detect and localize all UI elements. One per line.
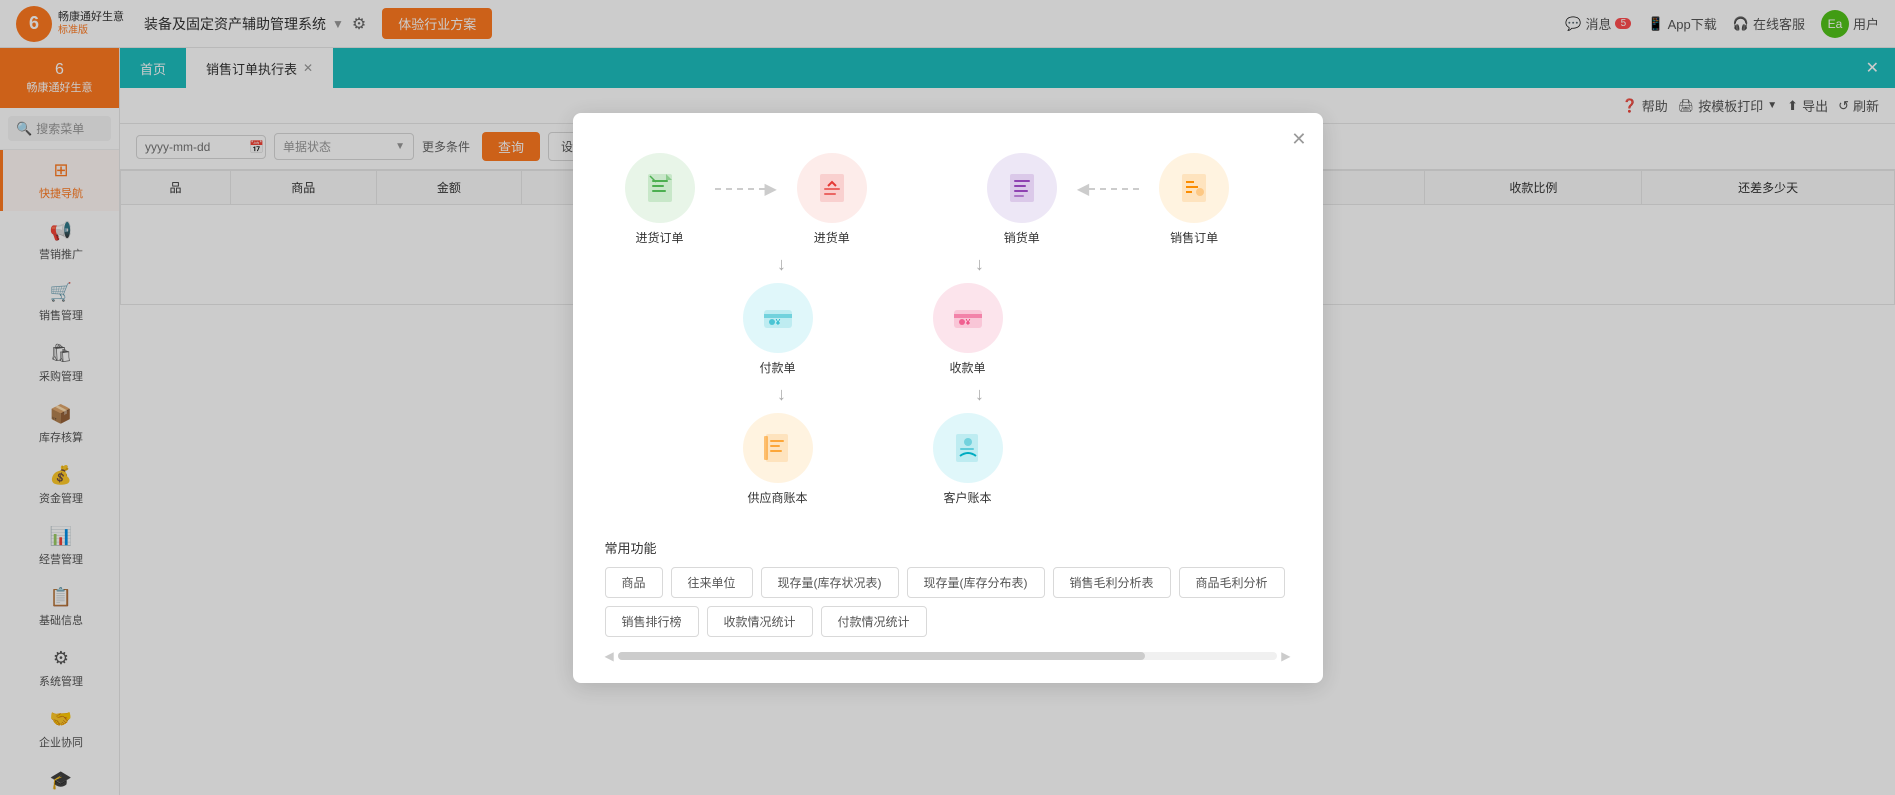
- sales-order-circle-icon: [1159, 153, 1229, 223]
- flow-row-2: ¥ 付款单 ¥ 收款单: [605, 275, 1291, 384]
- modal-scrollbar[interactable]: ◀ ▶: [605, 645, 1291, 667]
- flow-row-1: 进货订单 ▶ 进货单: [605, 145, 1291, 254]
- modal-close-button[interactable]: ✕: [1291, 129, 1306, 150]
- svg-text:¥: ¥: [774, 318, 780, 327]
- flow-node-purchase-order[interactable]: 进货订单: [625, 153, 695, 246]
- flow-arrows-down-2: ↓ ↓: [605, 384, 1291, 405]
- arrow-down-2: ↓: [975, 254, 984, 274]
- func-btn-counterparts[interactable]: 往来单位: [671, 567, 753, 598]
- purchase-order-icon: [625, 153, 695, 223]
- flow-node-supplier-ledger[interactable]: 供应商账本: [743, 413, 813, 506]
- flow-node-customer-ledger[interactable]: 客户账本: [933, 413, 1003, 506]
- purchase-icon-circle: [797, 153, 867, 223]
- flow-modal: ✕ 进货订单 ▶: [573, 113, 1323, 683]
- scrollbar-track: [618, 652, 1278, 660]
- arrow-down-4: ↓: [975, 384, 984, 404]
- payment-in-icon: ¥: [933, 283, 1003, 353]
- func-btn-inventory-dist[interactable]: 现存量(库存分布表): [907, 567, 1045, 598]
- payment-out-icon: ¥: [743, 283, 813, 353]
- flow-arrows-down: ↓ ↓: [605, 254, 1291, 275]
- flow-node-payment-out[interactable]: ¥ 付款单: [743, 283, 813, 376]
- scroll-left-icon[interactable]: ◀: [605, 649, 614, 663]
- scroll-right-icon[interactable]: ▶: [1281, 649, 1290, 663]
- flow-row-3: 供应商账本 客户账本: [605, 405, 1291, 514]
- modal-overlay[interactable]: ✕ 进货订单 ▶: [0, 0, 1895, 795]
- flow-node-purchase[interactable]: 进货单: [797, 153, 867, 246]
- sales-circle-icon: [987, 153, 1057, 223]
- flow-node-payment-in[interactable]: ¥ 收款单: [933, 283, 1003, 376]
- func-btn-sales-rank[interactable]: 销售排行榜: [605, 606, 699, 637]
- arrow-down-1: ↓: [777, 254, 786, 274]
- func-btn-inventory-status[interactable]: 现存量(库存状况表): [761, 567, 899, 598]
- common-functions-area: 常用功能 商品 往来单位 现存量(库存状况表) 现存量(库存分布表) 销售毛利分…: [605, 538, 1291, 637]
- func-row-1: 商品 往来单位 现存量(库存状况表) 现存量(库存分布表) 销售毛利分析表 商品…: [605, 567, 1291, 598]
- func-btn-product[interactable]: 商品: [605, 567, 663, 598]
- func-btn-product-gross[interactable]: 商品毛利分析: [1179, 567, 1285, 598]
- arrow-2: ◀: [1077, 179, 1139, 199]
- func-btn-payment-stats[interactable]: 付款情况统计: [821, 606, 927, 637]
- func-row-2: 销售排行榜 收款情况统计 付款情况统计: [605, 606, 1291, 637]
- flow-node-sales[interactable]: 销货单: [987, 153, 1057, 246]
- scrollbar-thumb: [618, 652, 1146, 660]
- arrow-down-3: ↓: [777, 384, 786, 404]
- func-btn-receipt-stats[interactable]: 收款情况统计: [707, 606, 813, 637]
- func-btn-sales-gross[interactable]: 销售毛利分析表: [1053, 567, 1171, 598]
- customer-ledger-icon: [933, 413, 1003, 483]
- svg-text:¥: ¥: [964, 318, 970, 327]
- arrow-1: ▶: [715, 179, 777, 199]
- flow-diagram-area: 进货订单 ▶ 进货单: [605, 137, 1291, 530]
- flow-node-sales-order[interactable]: 销售订单: [1159, 153, 1229, 246]
- supplier-ledger-icon: [743, 413, 813, 483]
- common-functions-title: 常用功能: [605, 538, 1291, 557]
